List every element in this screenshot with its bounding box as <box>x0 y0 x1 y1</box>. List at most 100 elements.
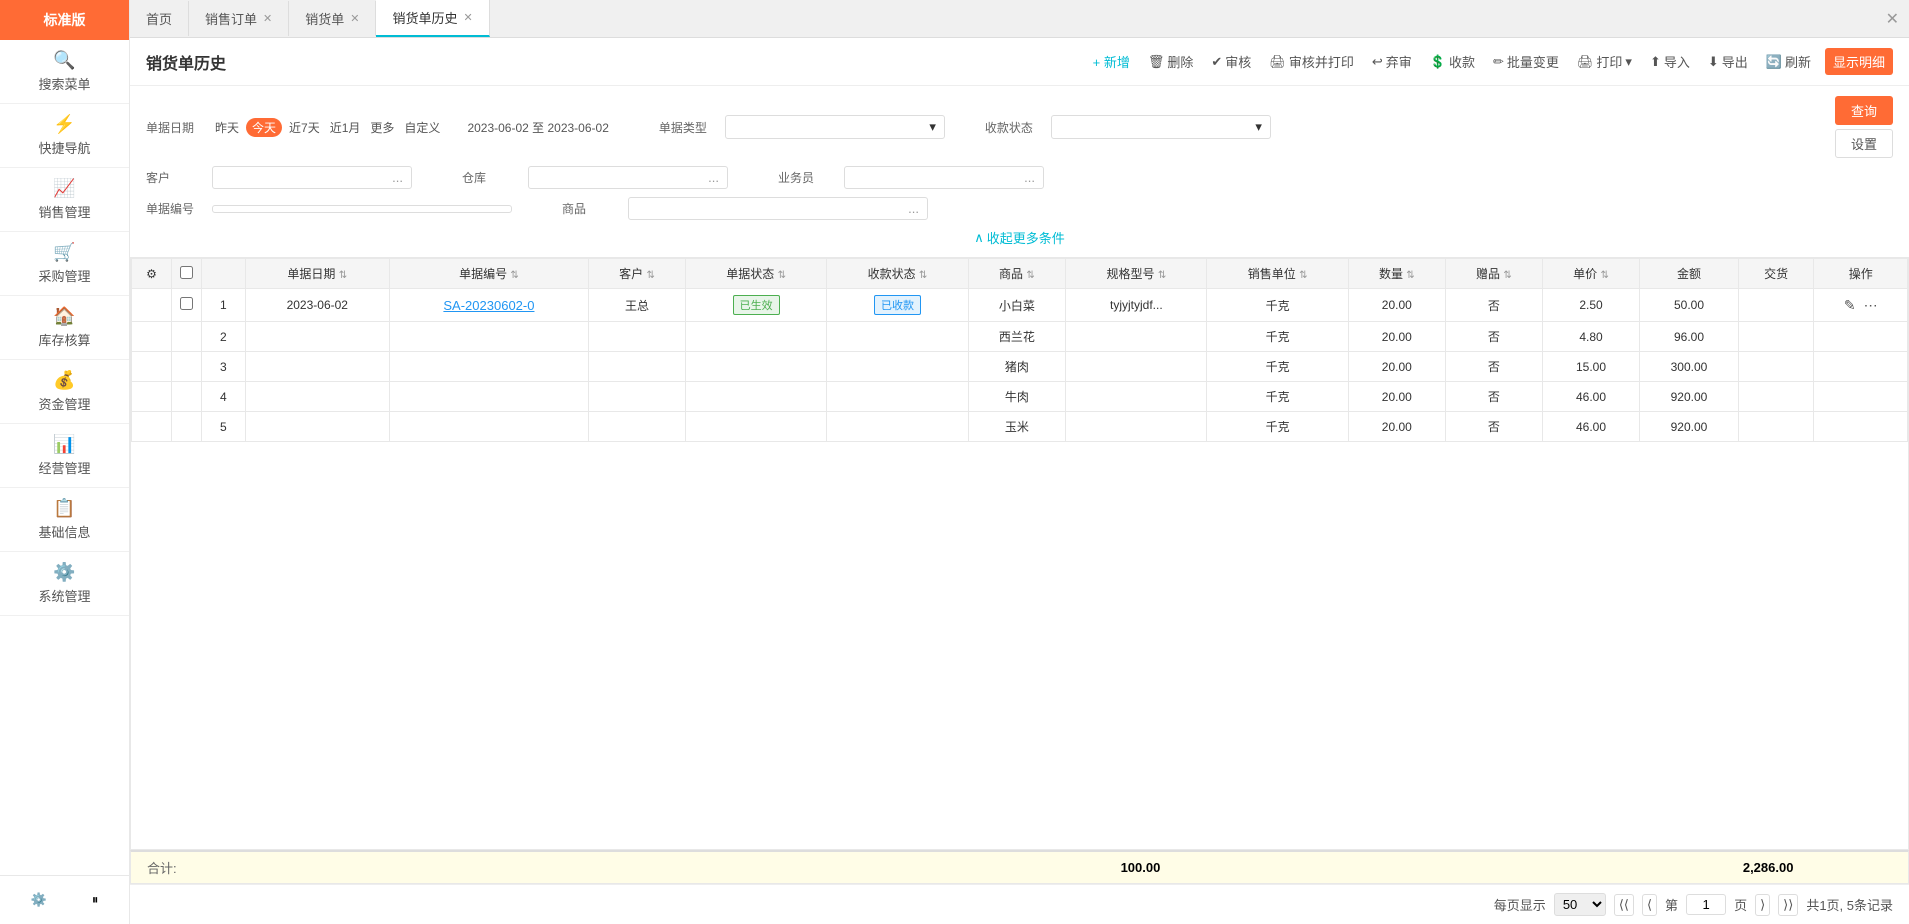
date-btn-7days[interactable]: 近7天 <box>286 118 323 137</box>
audit-btn[interactable]: ✔ 审核 <box>1207 50 1255 73</box>
select-all-checkbox[interactable] <box>180 266 193 279</box>
pagination: 每页显示 50 100 200 ⟨⟨ ⟨ 第 页 ⟩ ⟩⟩ 共1页, 5条记录 <box>130 884 1909 924</box>
tab-sales-history[interactable]: 销货单历史 ✕ <box>376 0 489 37</box>
export-btn[interactable]: ⬇ 导出 <box>1704 50 1752 73</box>
row-checkbox[interactable] <box>172 289 202 322</box>
sidebar-settings-btn[interactable]: ⚙️ <box>23 884 55 916</box>
col-spec-type[interactable]: 规格型号 ⇅ <box>1066 259 1207 289</box>
print-btn[interactable]: 🖨 打印 ▾ <box>1573 50 1636 73</box>
table-row: 1 2023-06-02 SA-20230602-0 王总 已生效 已收款 小白… <box>132 289 1908 322</box>
date-btn-today[interactable]: 今天 <box>246 118 282 137</box>
sidebar-item-finance[interactable]: 💰 资金管理 <box>0 360 129 424</box>
sidebar-item-sys-mgmt[interactable]: ⚙️ 系统管理 <box>0 552 129 616</box>
row-payment-status <box>827 322 968 352</box>
batch-change-icon: ✏ <box>1493 54 1504 70</box>
doc-type-select[interactable]: ▾ <box>725 115 945 139</box>
date-btn-yesterday[interactable]: 昨天 <box>212 118 242 137</box>
payment-status-select[interactable]: ▾ <box>1051 115 1271 139</box>
batch-change-btn[interactable]: ✏ 批量变更 <box>1489 50 1563 73</box>
new-btn[interactable]: + 新增 <box>1089 50 1134 73</box>
sidebar-item-search-menu[interactable]: 🔍 搜索菜单 <box>0 40 129 104</box>
query-btn[interactable]: 查询 <box>1835 96 1893 125</box>
sidebar-item-ops[interactable]: 📊 经营管理 <box>0 424 129 488</box>
warehouse-input[interactable]: ... <box>528 166 728 189</box>
row-gift: 否 <box>1445 412 1542 442</box>
sidebar-item-basic-info[interactable]: 📋 基础信息 <box>0 488 129 552</box>
tab-home[interactable]: 首页 <box>130 1 189 36</box>
col-gift[interactable]: 赠品 ⇅ <box>1445 259 1542 289</box>
goods-filter-group: 商品 ... <box>562 197 928 220</box>
export-btn-label: 导出 <box>1722 52 1748 71</box>
filter-area: 单据日期 昨天 今天 近7天 近1月 更多 自定义 2023-06-02 至 2… <box>130 86 1909 257</box>
more-action-icon[interactable]: ⋯ <box>1864 297 1878 314</box>
prev-page-btn[interactable]: ⟨ <box>1642 894 1657 916</box>
salesperson-input[interactable]: ... <box>844 166 1044 189</box>
col-checkbox[interactable] <box>172 259 202 289</box>
collect-btn[interactable]: 💲 收款 <box>1426 50 1479 73</box>
col-goods[interactable]: 商品 ⇅ <box>968 259 1066 289</box>
print-icon: 🖨 <box>1577 54 1594 70</box>
display-detail-btn[interactable]: 显示明细 <box>1825 48 1893 75</box>
row-check[interactable] <box>180 297 193 310</box>
import-btn[interactable]: ⬆ 导入 <box>1646 50 1694 73</box>
page-title: 销货单历史 <box>146 50 226 74</box>
row-doc-no[interactable] <box>389 322 588 352</box>
col-unit-price[interactable]: 单价 ⇅ <box>1542 259 1639 289</box>
tab-sales-delivery[interactable]: 销货单 ✕ <box>289 1 376 36</box>
tab-close-all-btn[interactable]: ✕ <box>1876 9 1909 29</box>
tab-sales-delivery-close[interactable]: ✕ <box>350 12 359 25</box>
doc-no-link[interactable]: SA-20230602-0 <box>443 298 534 313</box>
row-amount: 920.00 <box>1640 412 1739 442</box>
date-btn-more[interactable]: 更多 <box>367 118 397 137</box>
row-doc-date <box>245 412 389 442</box>
sidebar-item-purchase-mgmt[interactable]: 🛒 采购管理 <box>0 232 129 296</box>
col-gear[interactable]: ⚙ <box>132 259 172 289</box>
total-info: 共1页, 5条记录 <box>1806 895 1893 914</box>
doc-type-filter-group: 单据类型 ▾ <box>659 115 945 139</box>
per-page-select[interactable]: 50 100 200 <box>1554 893 1606 916</box>
row-doc-no[interactable]: SA-20230602-0 <box>389 289 588 322</box>
doc-no-input[interactable] <box>212 205 512 213</box>
tab-sales-order-close[interactable]: ✕ <box>263 12 272 25</box>
row-checkbox[interactable] <box>172 352 202 382</box>
tab-sales-history-close[interactable]: ✕ <box>464 11 473 24</box>
last-page-btn[interactable]: ⟩⟩ <box>1778 894 1798 916</box>
sidebar-toggle-btn[interactable]: ⏸ <box>84 884 107 916</box>
setting-btn[interactable]: 设置 <box>1835 129 1893 158</box>
row-doc-no[interactable] <box>389 382 588 412</box>
date-btn-custom[interactable]: 自定义 <box>401 118 443 137</box>
page-input[interactable] <box>1686 894 1726 915</box>
sidebar-item-sales-mgmt[interactable]: 📈 销售管理 <box>0 168 129 232</box>
row-qty: 20.00 <box>1348 382 1445 412</box>
row-doc-no[interactable] <box>389 412 588 442</box>
sidebar-item-quick-nav[interactable]: ⚡ 快捷导航 <box>0 104 129 168</box>
col-doc-date[interactable]: 单据日期 ⇅ <box>245 259 389 289</box>
col-qty[interactable]: 数量 ⇅ <box>1348 259 1445 289</box>
col-payment-status[interactable]: 收款状态 ⇅ <box>827 259 968 289</box>
row-doc-no[interactable] <box>389 352 588 382</box>
customer-input[interactable]: ... <box>212 166 412 189</box>
row-checkbox[interactable] <box>172 322 202 352</box>
abandon-btn[interactable]: ↩ 弃审 <box>1368 50 1416 73</box>
first-page-btn[interactable]: ⟨⟨ <box>1614 894 1634 916</box>
delete-btn[interactable]: 🗑 删除 <box>1144 50 1198 73</box>
col-sales-unit[interactable]: 销售单位 ⇅ <box>1207 259 1348 289</box>
sidebar-item-inventory[interactable]: 🏠 库存核算 <box>0 296 129 360</box>
col-customer[interactable]: 客户 ⇅ <box>588 259 685 289</box>
tab-sales-order[interactable]: 销售订单 ✕ <box>189 1 289 36</box>
row-checkbox[interactable] <box>172 382 202 412</box>
refresh-btn[interactable]: 🔄 刷新 <box>1762 50 1815 73</box>
col-doc-status[interactable]: 单据状态 ⇅ <box>686 259 827 289</box>
row-payment-status <box>827 412 968 442</box>
row-gift: 否 <box>1445 382 1542 412</box>
date-btn-1month[interactable]: 近1月 <box>327 118 364 137</box>
page-suffix: 页 <box>1734 895 1747 914</box>
goods-input[interactable]: ... <box>628 197 928 220</box>
col-doc-no[interactable]: 单据编号 ⇅ <box>389 259 588 289</box>
next-page-btn[interactable]: ⟩ <box>1755 894 1770 916</box>
edit-action-icon[interactable]: ✎ <box>1844 297 1856 314</box>
collapse-filter-btn[interactable]: ∧ 收起更多条件 <box>146 228 1893 247</box>
abandon-btn-label: 弃审 <box>1386 52 1412 71</box>
audit-print-btn[interactable]: 🖨 审核并打印 <box>1265 50 1358 73</box>
row-checkbox[interactable] <box>172 412 202 442</box>
